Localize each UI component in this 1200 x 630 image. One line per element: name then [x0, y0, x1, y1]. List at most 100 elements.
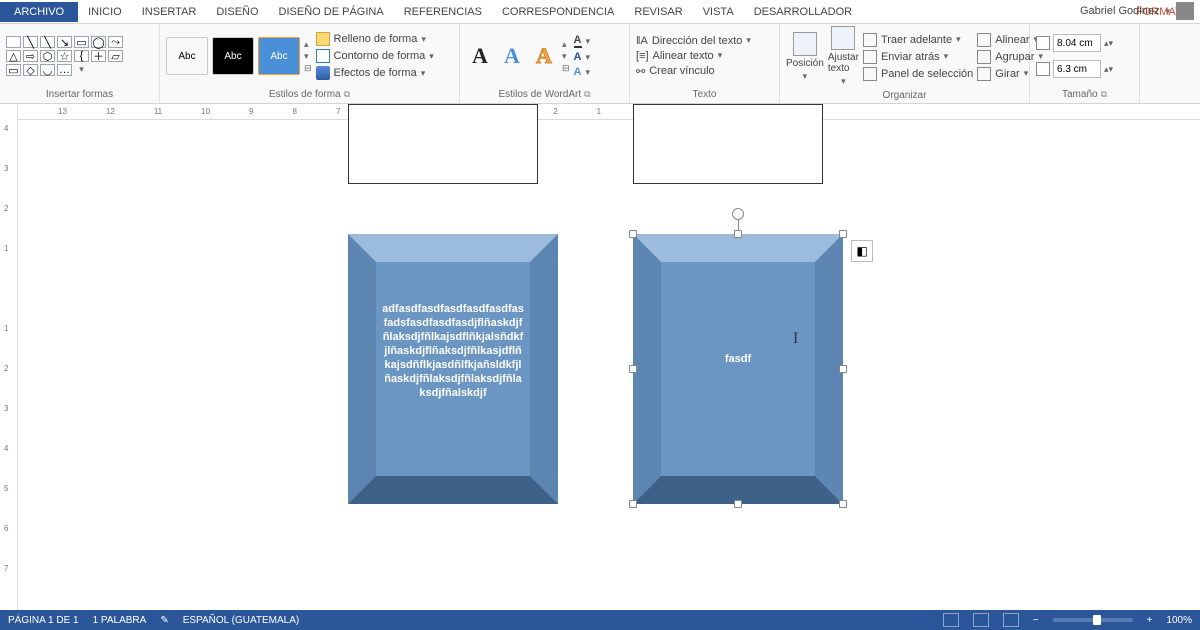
- styles-scroll-down-icon[interactable]: ▾: [304, 51, 312, 62]
- proofing-icon[interactable]: ✎: [160, 615, 168, 626]
- vertical-ruler[interactable]: 4 3 2 1 1 2 3 4 5 6 7: [0, 104, 18, 610]
- resize-handle-n[interactable]: [734, 230, 742, 238]
- align-text-button[interactable]: [≡]Alinear texto▾: [636, 50, 751, 62]
- tab-desarrollador[interactable]: DESARROLLADOR: [744, 2, 862, 22]
- text-fill-button[interactable]: A▾: [574, 34, 590, 48]
- shape-hex-icon[interactable]: ⬡: [40, 50, 55, 62]
- tab-inicio[interactable]: INICIO: [78, 2, 132, 22]
- avatar[interactable]: [1176, 2, 1194, 20]
- shape-callout-icon[interactable]: ▱: [108, 50, 123, 62]
- resize-handle-e[interactable]: [839, 365, 847, 373]
- wa-scroll-down-icon[interactable]: ▾: [562, 51, 570, 62]
- styles-launcher-icon[interactable]: ⧉: [344, 89, 350, 100]
- shape-textbox-icon[interactable]: [6, 36, 21, 48]
- text-outline-button[interactable]: A▾: [574, 51, 590, 63]
- shape-effects-button[interactable]: Efectos de forma▾: [316, 66, 434, 80]
- rotation-handle[interactable]: [732, 208, 744, 220]
- zoom-level[interactable]: 100%: [1166, 615, 1192, 626]
- resize-handle-sw[interactable]: [629, 500, 637, 508]
- resize-handle-ne[interactable]: [839, 230, 847, 238]
- link-icon: ⚯: [636, 65, 645, 78]
- wordart-style-3[interactable]: A: [530, 42, 558, 70]
- view-read-icon[interactable]: [943, 613, 959, 627]
- wrap-icon: [831, 26, 855, 50]
- shape-rect-icon[interactable]: ▭: [74, 36, 89, 48]
- width-input[interactable]: [1053, 60, 1101, 78]
- shape-fill-button[interactable]: Relleno de forma▾: [316, 32, 434, 46]
- language-indicator[interactable]: ESPAÑOL (GUATEMALA): [183, 615, 300, 626]
- shape-connector-icon[interactable]: ↘: [57, 36, 72, 48]
- width-stepper[interactable]: ▴▾: [1104, 64, 1113, 75]
- shape-arrow-icon[interactable]: ⇨: [23, 50, 38, 62]
- shape-triangle-icon[interactable]: △: [6, 50, 21, 62]
- tab-vista[interactable]: VISTA: [693, 2, 744, 22]
- tab-revisar[interactable]: REVISAR: [624, 2, 692, 22]
- shape-arc-icon[interactable]: ◡: [40, 64, 55, 76]
- shape-curve-icon[interactable]: ⤳: [108, 36, 123, 48]
- shape-flow-icon[interactable]: ▭: [6, 64, 21, 76]
- size-launcher-icon[interactable]: ⧉: [1101, 89, 1107, 100]
- bevel-shape-1[interactable]: adfasdfasdfasdfasdfasdfasfadsfasdfasdfas…: [348, 234, 558, 504]
- resize-handle-se[interactable]: [839, 500, 847, 508]
- shape-style-3-selected[interactable]: Abc: [258, 37, 300, 75]
- zoom-slider[interactable]: [1053, 618, 1133, 622]
- create-link-button[interactable]: ⚯Crear vínculo: [636, 65, 751, 78]
- selection-pane-button[interactable]: Panel de selección: [863, 67, 973, 81]
- shape-brace-icon[interactable]: {: [74, 50, 89, 62]
- bevel-1-text[interactable]: adfasdfasdfasdfasdfasdfasfadsfasdfasdfas…: [376, 262, 530, 476]
- horizontal-ruler[interactable]: 13 12 11 10 9 8 7 6 5 4 3 2 1 1 2 3: [18, 104, 1200, 120]
- wordart-launcher-icon[interactable]: ⧉: [584, 89, 590, 100]
- tab-insertar[interactable]: INSERTAR: [132, 2, 207, 22]
- shape-more-icon[interactable]: …: [57, 64, 72, 76]
- text-box-1[interactable]: [348, 104, 538, 184]
- bevel-2-text[interactable]: fasdf: [661, 262, 815, 476]
- shape-style-1[interactable]: Abc: [166, 37, 208, 75]
- text-direction-button[interactable]: ‖ADirección del texto▾: [636, 35, 751, 47]
- tab-correspondencia[interactable]: CORRESPONDENCIA: [492, 2, 624, 22]
- zoom-thumb[interactable]: [1093, 615, 1101, 625]
- resize-handle-w[interactable]: [629, 365, 637, 373]
- shapes-gallery[interactable]: ╲ ╲ ↘ ▭ ◯ ⤳ △ ⇨ ⬡ ☆ { ＋ ▱ ▭: [6, 36, 123, 76]
- height-stepper[interactable]: ▴▾: [1104, 38, 1113, 49]
- shape-plus-icon[interactable]: ＋: [91, 50, 106, 62]
- wa-scroll-up-icon[interactable]: ▴: [562, 39, 570, 50]
- zoom-out-button[interactable]: −: [1033, 615, 1039, 626]
- group-label-arrange: Organizar: [780, 89, 1029, 104]
- text-box-2[interactable]: [633, 104, 823, 184]
- bevel-shape-2-selected[interactable]: fasdf ◧ I: [633, 234, 843, 504]
- shapes-more-chevron-icon[interactable]: ▾: [74, 64, 89, 76]
- wordart-style-2[interactable]: A: [498, 42, 526, 70]
- text-effects-button[interactable]: A▾: [574, 66, 590, 78]
- styles-more-icon[interactable]: ⊟: [304, 63, 312, 74]
- word-count[interactable]: 1 PALABRA: [93, 615, 147, 626]
- position-button[interactable]: Posición▾: [786, 32, 824, 82]
- resize-handle-nw[interactable]: [629, 230, 637, 238]
- shape-line-icon[interactable]: ╲: [23, 36, 38, 48]
- bring-forward-button[interactable]: Traer adelante▾: [863, 33, 973, 47]
- shape-outline-button[interactable]: Contorno de forma▾: [316, 49, 434, 63]
- shape-style-2[interactable]: Abc: [212, 37, 254, 75]
- shape-diamond-icon[interactable]: ◇: [23, 64, 38, 76]
- tab-file[interactable]: ARCHIVO: [0, 2, 78, 22]
- tab-diseno-pagina[interactable]: DISEÑO DE PÁGINA: [269, 2, 394, 22]
- styles-scroll-up-icon[interactable]: ▴: [304, 39, 312, 50]
- align-text-icon: [≡]: [636, 50, 649, 62]
- view-print-icon[interactable]: [973, 613, 989, 627]
- resize-handle-s[interactable]: [734, 500, 742, 508]
- user-area[interactable]: Gabriel Godinez ▾: [1080, 2, 1194, 20]
- wordart-style-1[interactable]: A: [466, 42, 494, 70]
- shape-line2-icon[interactable]: ╲: [40, 36, 55, 48]
- tab-referencias[interactable]: REFERENCIAS: [394, 2, 492, 22]
- page-indicator[interactable]: PÁGINA 1 DE 1: [8, 615, 79, 626]
- layout-options-button[interactable]: ◧: [851, 240, 873, 262]
- fill-icon: [316, 32, 330, 46]
- send-backward-button[interactable]: Enviar atrás▾: [863, 50, 973, 64]
- height-input[interactable]: [1053, 34, 1101, 52]
- wa-more-icon[interactable]: ⊟: [562, 63, 570, 74]
- view-web-icon[interactable]: [1003, 613, 1019, 627]
- shape-star-icon[interactable]: ☆: [57, 50, 72, 62]
- tab-diseno[interactable]: DISEÑO: [206, 2, 268, 22]
- zoom-in-button[interactable]: +: [1147, 615, 1153, 626]
- shape-oval-icon[interactable]: ◯: [91, 36, 106, 48]
- wrap-text-button[interactable]: Ajustar texto▾: [828, 26, 859, 87]
